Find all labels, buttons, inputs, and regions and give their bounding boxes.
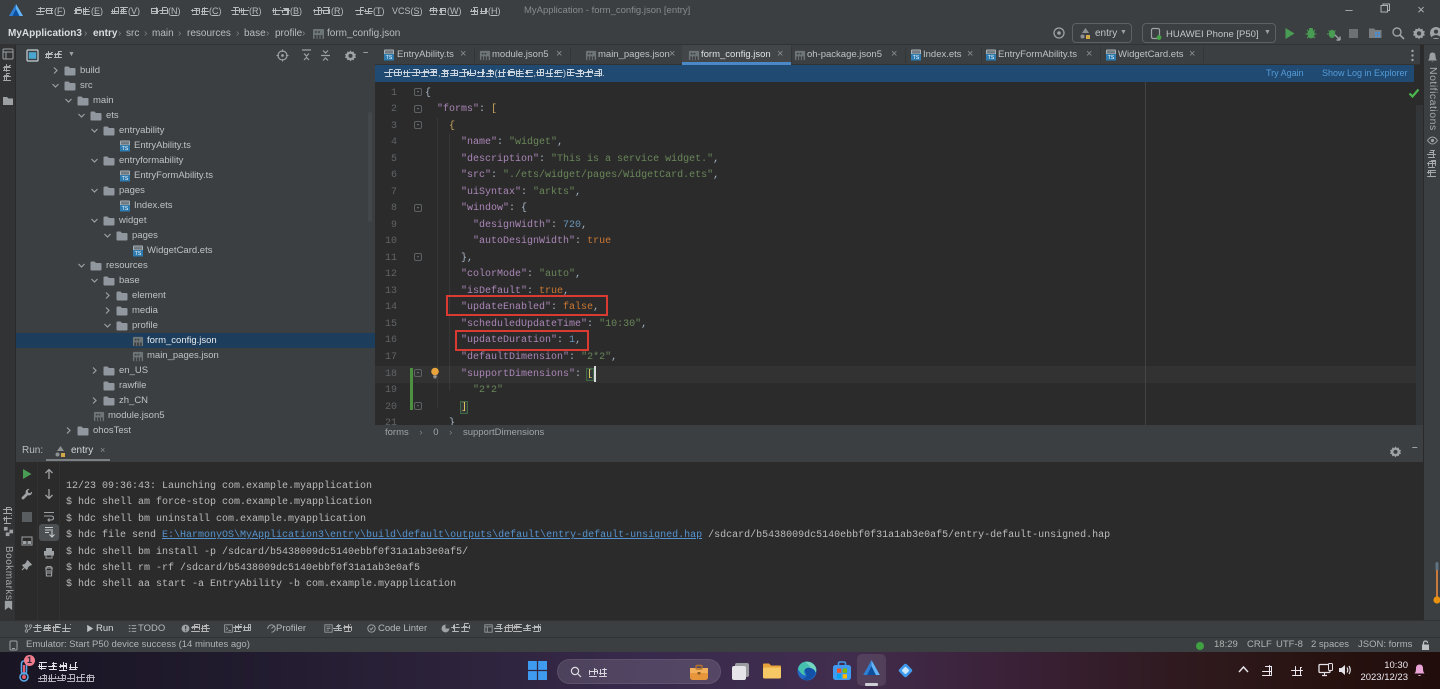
svg-text:TS: TS <box>135 251 142 257</box>
svg-text:TS: TS <box>122 176 129 182</box>
svg-text:TS: TS <box>913 55 920 61</box>
svg-text:TS: TS <box>988 55 995 61</box>
svg-text:TS: TS <box>122 206 129 212</box>
svg-text:TS: TS <box>386 55 393 61</box>
svg-text:TS: TS <box>1108 55 1115 61</box>
svg-text:TS: TS <box>122 146 129 152</box>
